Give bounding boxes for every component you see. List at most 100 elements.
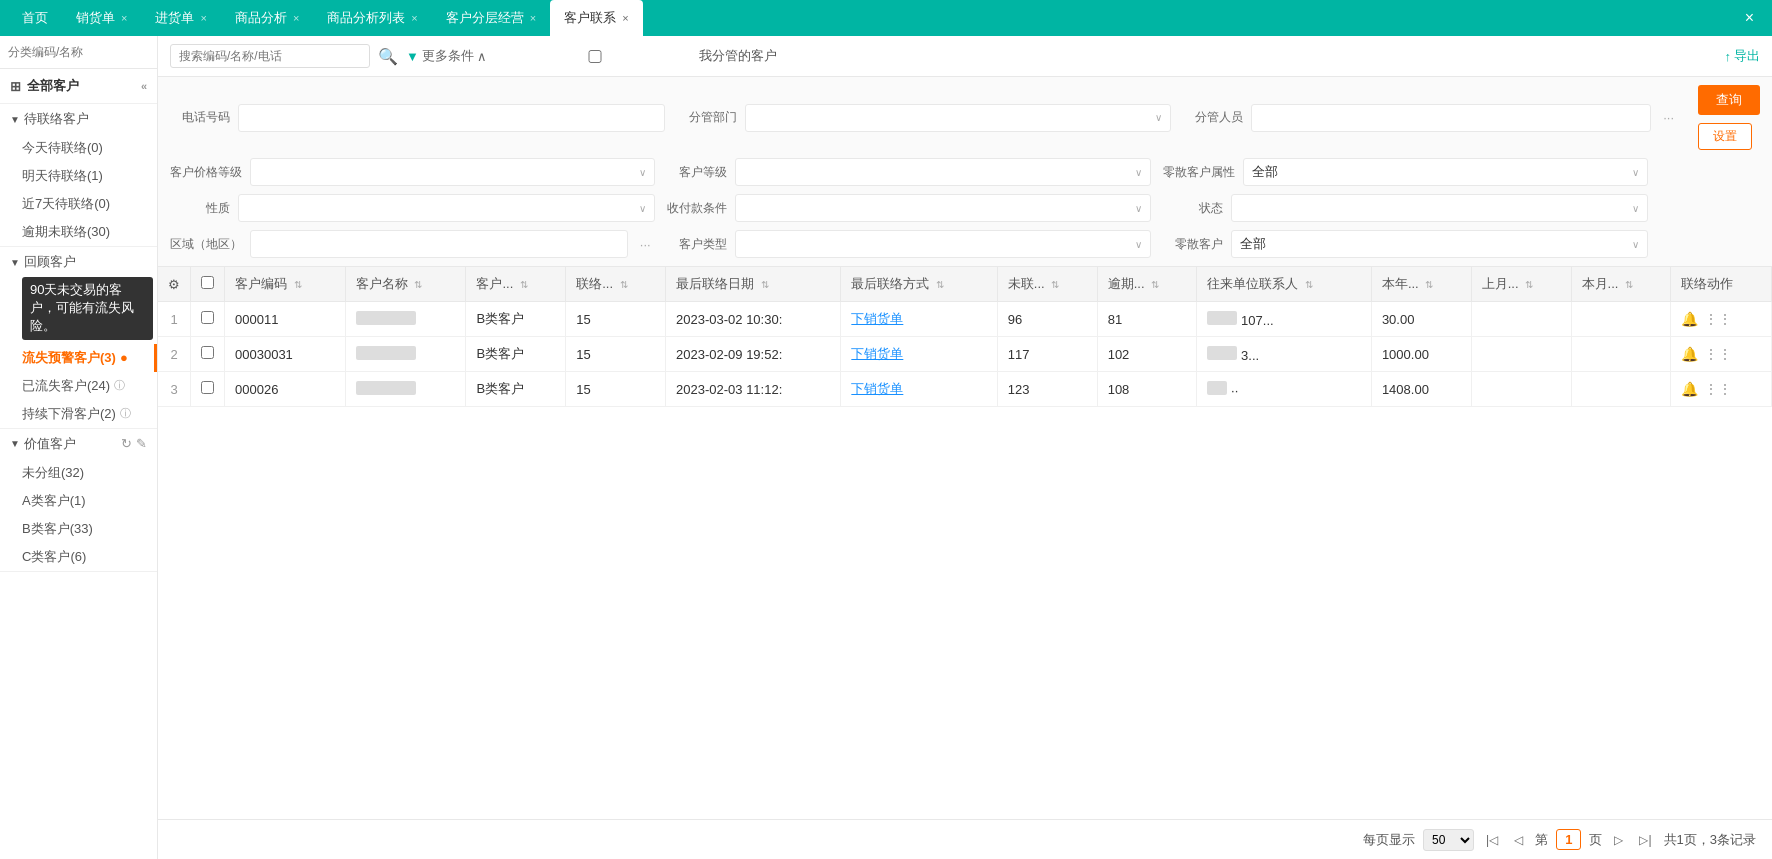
row-1-checkbox[interactable] [201,311,214,324]
row-3-checkbox[interactable] [201,381,214,394]
search-button[interactable]: 🔍 [378,47,398,66]
row-2-checkbox[interactable] [201,346,214,359]
chat-icon-1[interactable]: 🔔 [1681,311,1698,327]
row-last-month-3 [1471,372,1571,407]
sidebar-item-overdue-pending[interactable]: 逾期未联络(30) [0,218,157,246]
nav-product-analysis[interactable]: 商品分析 × [221,0,313,36]
more-filter-button[interactable]: ▼ 更多条件 ∧ [406,47,487,65]
chat-icon-2[interactable]: 🔔 [1681,346,1698,362]
edit-icon[interactable]: ✎ [136,436,147,451]
more-icon-2[interactable]: ⋮⋮ [1704,346,1732,362]
sort-person-icon[interactable]: ⇅ [1305,279,1313,290]
sort-method-icon[interactable]: ⇅ [936,279,944,290]
sidebar-item-7days-pending[interactable]: 近7天待联络(0) [0,190,157,218]
nav-customer-contact[interactable]: 客户联系 × [550,0,642,36]
payment-select[interactable]: ∨ [735,194,1152,222]
customer-table: ⚙ 客户编码 ⇅ 客户名称 ⇅ 客户... ⇅ [158,267,1772,407]
sidebar-group-pending: ▼ 待联络客户 今天待联络(0) 明天待联络(1) 近7天待联络(0) 逾期未联… [0,104,157,247]
price-grade-select[interactable]: ∨ [250,158,655,186]
col-actions: 联络动作 [1671,267,1772,302]
row-name-3 [345,372,466,407]
more-icon-1[interactable]: ⋮⋮ [1704,311,1732,327]
sidebar-item-ungroup[interactable]: 未分组(32) [0,459,157,487]
select-all-checkbox[interactable] [201,276,214,289]
close-product-list-tab[interactable]: × [411,12,417,24]
manager-input[interactable] [1251,104,1651,132]
method-link-1[interactable]: 下销货单 [851,311,903,326]
chat-icon-3[interactable]: 🔔 [1681,381,1698,397]
sort-contact-icon[interactable]: ⇅ [620,279,628,290]
customer-grade-select[interactable]: ∨ [735,158,1152,186]
sort-year-icon[interactable]: ⇅ [1425,279,1433,290]
nav-home[interactable]: 首页 [8,0,62,36]
more-icon-3[interactable]: ⋮⋮ [1704,381,1732,397]
value-group-actions: ↻ ✎ [121,436,147,451]
sidebar-item-churn-warning[interactable]: 流失预警客户(3) ● [0,344,157,372]
phone-input[interactable] [238,104,665,132]
nav-sales[interactable]: 销货单 × [62,0,141,36]
close-product-tab[interactable]: × [293,12,299,24]
col-code: 客户编码 ⇅ [225,267,346,302]
row-this-month-1 [1571,302,1671,337]
method-link-2[interactable]: 下销货单 [851,346,903,361]
method-link-3[interactable]: 下销货单 [851,381,903,396]
sidebar-item-c-class[interactable]: C类客户(6) [0,543,157,571]
row-name-2 [345,337,466,372]
page-nav-next[interactable]: ▷ [1610,831,1627,849]
sidebar-search-input[interactable] [8,45,158,59]
per-page-select[interactable]: 50 100 200 [1423,829,1474,851]
search-input[interactable] [170,44,370,68]
sidebar-all-customers[interactable]: ⊞ 全部客户 « [0,69,157,104]
region-dots[interactable]: ··· [636,237,655,252]
sidebar-item-a-class[interactable]: A类客户(1) [0,487,157,515]
sort-overdue-icon[interactable]: ⇅ [1151,279,1159,290]
sidebar-item-tomorrow-pending[interactable]: 明天待联络(1) [0,162,157,190]
nature-select[interactable]: ∨ [238,194,655,222]
sort-unlink-icon[interactable]: ⇅ [1051,279,1059,290]
page-nav-first[interactable]: |◁ [1482,831,1502,849]
nav-customer-tier[interactable]: 客户分层经营 × [432,0,550,36]
export-button[interactable]: ↑ 导出 [1725,47,1761,65]
customer-type-select[interactable]: ∨ [735,230,1152,258]
sort-name-icon[interactable]: ⇅ [414,279,422,290]
row-code-3: 000026 [225,372,346,407]
dept-select[interactable]: ∨ [745,104,1172,132]
close-customer-contact-tab[interactable]: × [622,12,628,24]
retail-customer-select[interactable]: 全部 ∨ [1231,230,1648,258]
sidebar-item-churned[interactable]: 已流失客户(24) ⓘ [0,372,157,400]
close-purchase-tab[interactable]: × [200,12,206,24]
sort-code-icon[interactable]: ⇅ [294,279,302,290]
price-grade-label: 客户价格等级 [170,164,242,181]
sort-type-icon[interactable]: ⇅ [520,279,528,290]
sidebar-group-pending-header[interactable]: ▼ 待联络客户 [0,104,157,134]
sidebar-group-value-header[interactable]: ▼ 价值客户 ↻ ✎ [0,429,157,459]
sort-this-month-icon[interactable]: ⇅ [1625,279,1633,290]
sidebar-item-declining[interactable]: 持续下滑客户(2) ⓘ [0,400,157,428]
settings-button[interactable]: 设置 [1698,123,1752,150]
window-close-button[interactable]: × [1735,9,1764,27]
page-nav-last[interactable]: ▷| [1635,831,1655,849]
col-last-date: 最后联络日期 ⇅ [666,267,841,302]
close-sales-tab[interactable]: × [121,12,127,24]
retail-attr-select[interactable]: 全部 ∨ [1243,158,1648,186]
nav-purchase[interactable]: 进货单 × [141,0,220,36]
region-input[interactable] [250,230,628,258]
sidebar-group-review-header[interactable]: ▼ 回顾客户 [0,247,157,277]
sort-last-month-icon[interactable]: ⇅ [1525,279,1533,290]
row-actions-1: 🔔 ⋮⋮ [1671,302,1772,337]
my-customers-check[interactable] [495,50,695,63]
nature-chevron: ∨ [639,203,646,214]
nav-product-list[interactable]: 商品分析列表 × [313,0,431,36]
page-nav-prev[interactable]: ◁ [1510,831,1527,849]
close-customer-tier-tab[interactable]: × [530,12,536,24]
refresh-icon[interactable]: ↻ [121,436,132,451]
table-area: ⚙ 客户编码 ⇅ 客户名称 ⇅ 客户... ⇅ [158,267,1772,819]
manager-dots[interactable]: ··· [1659,110,1678,125]
query-button[interactable]: 查询 [1698,85,1760,115]
sidebar-item-today-pending[interactable]: 今天待联络(0) [0,134,157,162]
sort-date-icon[interactable]: ⇅ [761,279,769,290]
row-year-1: 30.00 [1371,302,1471,337]
status-select[interactable]: ∨ [1231,194,1648,222]
my-customers-checkbox[interactable]: 我分管的客户 [495,47,777,65]
sidebar-item-b-class[interactable]: B类客户(33) [0,515,157,543]
